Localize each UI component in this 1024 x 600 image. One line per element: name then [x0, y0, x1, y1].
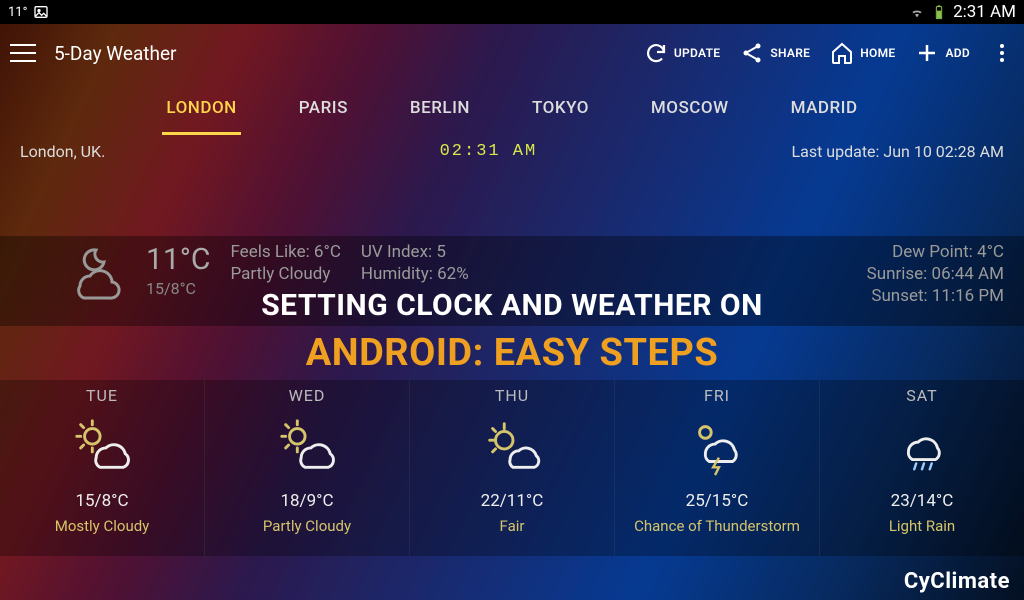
feels-like: Feels Like: 6°C [230, 242, 340, 262]
forecast-temp: 15/8°C [75, 491, 128, 511]
headline-overlay: SETTING CLOCK AND WEATHER ON ANDROID: EA… [0, 288, 1024, 375]
headline-line2: ANDROID: EASY STEPS [0, 331, 1024, 375]
app-bar: 5-Day Weather UPDATE SHARE HOME ADD [0, 24, 1024, 82]
forecast-condition: Fair [496, 517, 529, 535]
refresh-icon [644, 41, 668, 65]
tab-london[interactable]: LONDON [162, 98, 240, 135]
forecast-condition: Chance of Thunderstorm [630, 517, 804, 535]
forecast-day-label: TUE [86, 386, 118, 405]
sunrise: Sunrise: 06:44 AM [867, 264, 1004, 284]
info-row: London, UK. 02:31 AM Last update: Jun 10… [0, 142, 1024, 161]
headline-line1: SETTING CLOCK AND WEATHER ON [0, 288, 1024, 323]
update-button[interactable]: UPDATE [644, 41, 721, 65]
tab-moscow[interactable]: MOSCOW [647, 98, 733, 135]
forecast-condition: Mostly Cloudy [51, 517, 154, 535]
uv-index: UV Index: 5 [361, 242, 469, 262]
forecast-temp: 25/15°C [686, 491, 749, 511]
partly-icon [71, 411, 133, 481]
status-bar: 11° 2:31 AM [0, 0, 1024, 24]
tab-paris[interactable]: PARIS [295, 98, 352, 135]
forecast-day[interactable]: FRI 25/15°C Chance of Thunderstorm [614, 380, 819, 556]
menu-icon[interactable] [10, 44, 36, 62]
status-temp: 11° [8, 5, 27, 20]
forecast-row: TUE 15/8°C Mostly Cloudy WED 18/9°C Partly Cl… [0, 380, 1024, 556]
forecast-temp: 22/11°C [481, 491, 544, 511]
forecast-day-label: WED [289, 386, 326, 405]
forecast-day[interactable]: WED 18/9°C Partly Cloudy [204, 380, 409, 556]
status-time: 2:31 AM [953, 2, 1016, 22]
humidity: Humidity: 62% [361, 264, 469, 284]
plus-icon [915, 41, 939, 65]
home-button[interactable]: HOME [830, 41, 895, 65]
forecast-condition: Partly Cloudy [259, 517, 355, 535]
current-temp: 11°C [146, 242, 210, 277]
share-icon [740, 41, 764, 65]
forecast-day-label: THU [495, 386, 529, 405]
rain-icon [891, 411, 953, 481]
city-tabs: LONDON PARIS BERLIN TOKYO MOSCOW MADRID [0, 98, 1024, 135]
fair-icon [481, 411, 543, 481]
dew-point: Dew Point: 4°C [867, 242, 1004, 262]
condition-text: Partly Cloudy [230, 264, 340, 284]
last-update-label: Last update: Jun 10 02:28 AM [792, 142, 1005, 161]
app-title: 5-Day Weather [54, 42, 176, 65]
share-button[interactable]: SHARE [740, 41, 810, 65]
storm-icon [686, 411, 748, 481]
partly-icon [276, 411, 338, 481]
forecast-day[interactable]: THU 22/11°C Fair [409, 380, 614, 556]
forecast-condition: Light Rain [885, 517, 959, 535]
brand-watermark: CyClimate [904, 569, 1010, 594]
image-icon [33, 4, 49, 20]
digital-clock: 02:31 AM [440, 142, 538, 161]
tab-madrid[interactable]: MADRID [787, 98, 862, 135]
forecast-day[interactable]: SAT 23/14°C Light Rain [819, 380, 1024, 556]
location-label: London, UK. [20, 142, 105, 161]
forecast-temp: 23/14°C [891, 491, 954, 511]
forecast-day[interactable]: TUE 15/8°C Mostly Cloudy [0, 380, 204, 556]
overflow-menu-button[interactable] [990, 41, 1014, 65]
wifi-icon [909, 4, 925, 20]
add-button[interactable]: ADD [915, 41, 970, 65]
tab-berlin[interactable]: BERLIN [406, 98, 474, 135]
forecast-day-label: FRI [704, 386, 730, 405]
home-icon [830, 41, 854, 65]
battery-icon [931, 4, 947, 20]
tab-tokyo[interactable]: TOKYO [528, 98, 593, 135]
forecast-temp: 18/9°C [280, 491, 333, 511]
forecast-day-label: SAT [906, 386, 937, 405]
